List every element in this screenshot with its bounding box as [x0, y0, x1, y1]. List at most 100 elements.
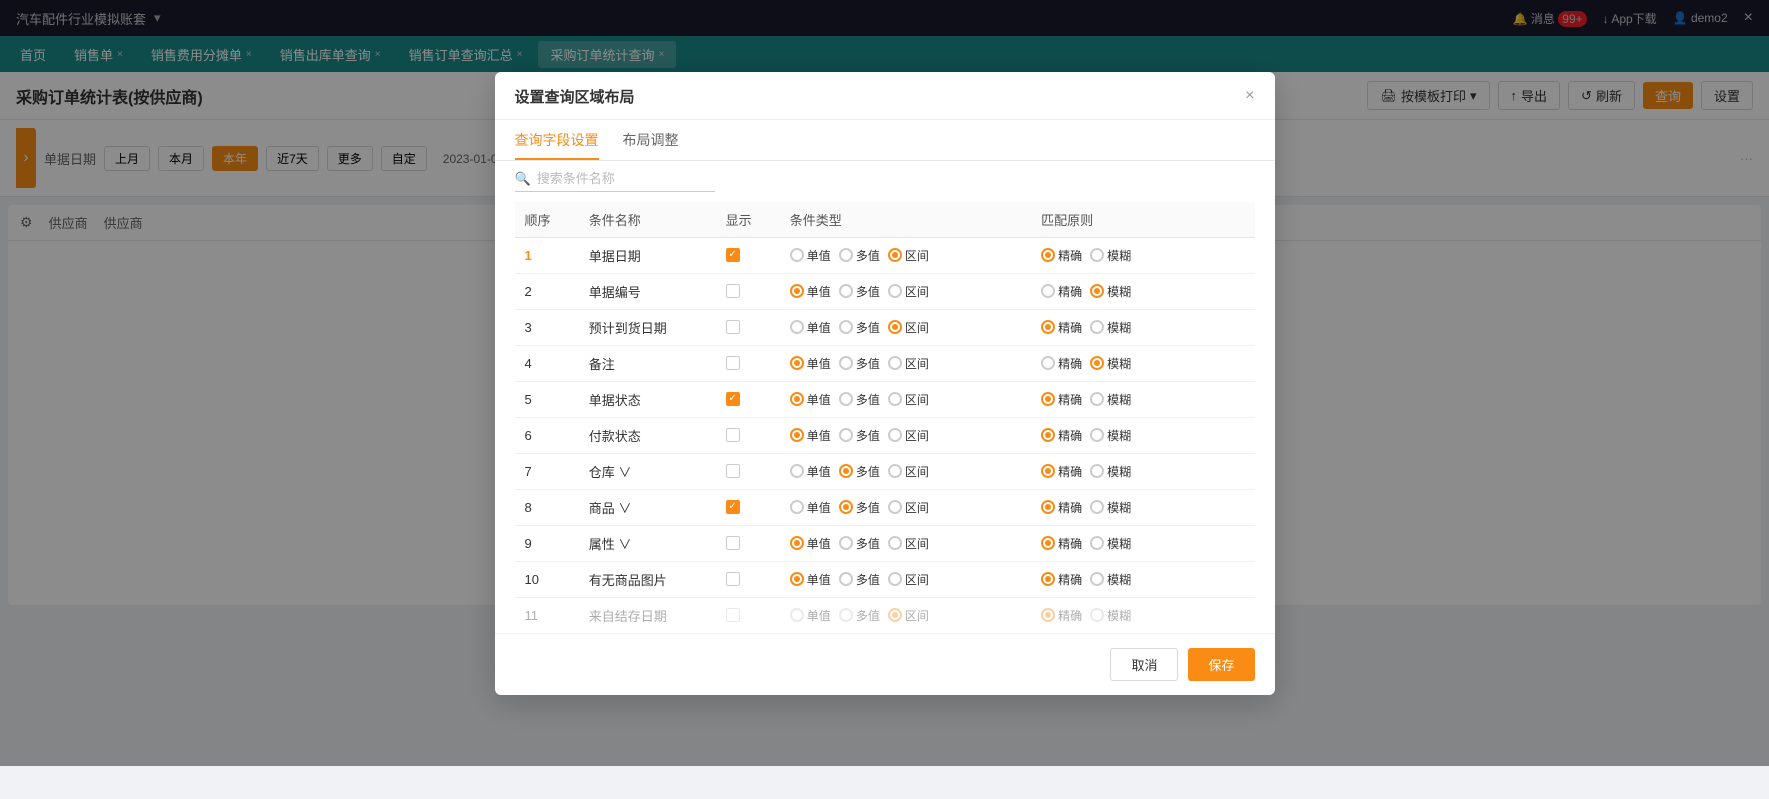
cell-type: 单值多值区间: [780, 417, 1031, 453]
display-checkbox[interactable]: [726, 392, 740, 406]
type-radio-item[interactable]: 单值: [790, 571, 831, 588]
match-radio-item[interactable]: 精确: [1041, 499, 1082, 516]
radio-label: 单值: [807, 355, 831, 372]
match-radio-item[interactable]: 精确: [1041, 535, 1082, 552]
cell-type: 单值多值区间: [780, 561, 1031, 597]
type-radio-item[interactable]: 区间: [888, 319, 929, 336]
cell-display: [716, 489, 780, 525]
match-radio-item[interactable]: 精确: [1041, 319, 1082, 336]
match-radio-item[interactable]: 模糊: [1090, 355, 1131, 372]
radio-label: 单值: [807, 247, 831, 264]
radio-circle-icon: [839, 284, 853, 298]
type-radio-item[interactable]: 区间: [888, 247, 929, 264]
radio-circle-icon: [888, 536, 902, 550]
type-radio-item[interactable]: 多值: [839, 391, 880, 408]
radio-circle-icon: [790, 356, 804, 370]
type-radio-item[interactable]: 单值: [790, 391, 831, 408]
match-radio-item[interactable]: 精确: [1041, 571, 1082, 588]
type-radio-item[interactable]: 多值: [839, 427, 880, 444]
match-radio-item[interactable]: 精确: [1041, 463, 1082, 480]
radio-circle-icon: [888, 320, 902, 334]
type-radio-item[interactable]: 区间: [888, 355, 929, 372]
table-row: 8商品 ∨单值多值区间精确模糊: [515, 489, 1255, 525]
search-input[interactable]: [537, 171, 715, 186]
display-checkbox[interactable]: [726, 320, 740, 334]
type-radio-group: 单值多值区间: [790, 427, 1021, 444]
type-radio-group: 单值多值区间: [790, 463, 1021, 480]
type-radio-item[interactable]: 多值: [839, 607, 880, 624]
type-radio-item[interactable]: 区间: [888, 391, 929, 408]
display-checkbox[interactable]: [726, 572, 740, 586]
type-radio-item[interactable]: 区间: [888, 571, 929, 588]
radio-label: 精确: [1058, 319, 1082, 336]
cell-order: 11: [515, 597, 579, 633]
match-radio-item[interactable]: 模糊: [1090, 247, 1131, 264]
match-radio-item[interactable]: 模糊: [1090, 427, 1131, 444]
th-display: 显示: [716, 202, 780, 238]
match-radio-item[interactable]: 精确: [1041, 355, 1082, 372]
save-btn[interactable]: 保存: [1188, 648, 1254, 681]
type-radio-item[interactable]: 区间: [888, 463, 929, 480]
display-checkbox[interactable]: [726, 284, 740, 298]
radio-circle-icon: [790, 248, 804, 262]
match-radio-item[interactable]: 精确: [1041, 283, 1082, 300]
radio-circle-icon: [888, 284, 902, 298]
modal-tab-layout[interactable]: 布局调整: [623, 120, 679, 160]
type-radio-item[interactable]: 区间: [888, 499, 929, 516]
match-radio-item[interactable]: 精确: [1041, 247, 1082, 264]
type-radio-item[interactable]: 多值: [839, 283, 880, 300]
type-radio-item[interactable]: 多值: [839, 535, 880, 552]
type-radio-item[interactable]: 单值: [790, 535, 831, 552]
radio-label: 单值: [807, 499, 831, 516]
type-radio-item[interactable]: 单值: [790, 427, 831, 444]
cell-match: 精确模糊: [1031, 345, 1254, 381]
type-radio-item[interactable]: 多值: [839, 463, 880, 480]
type-radio-item[interactable]: 单值: [790, 355, 831, 372]
radio-label: 单值: [807, 535, 831, 552]
modal-close-btn[interactable]: ×: [1245, 87, 1254, 105]
cell-match: 精确 模糊: [1031, 453, 1254, 489]
radio-label: 单值: [807, 391, 831, 408]
type-radio-item[interactable]: 区间: [888, 427, 929, 444]
type-radio-item[interactable]: 多值: [839, 499, 880, 516]
cancel-btn[interactable]: 取消: [1110, 648, 1178, 681]
match-radio-item[interactable]: 模糊: [1090, 607, 1131, 624]
match-radio-item[interactable]: 精确: [1041, 427, 1082, 444]
display-checkbox[interactable]: [726, 500, 740, 514]
match-radio-item[interactable]: 模糊: [1090, 391, 1131, 408]
display-checkbox[interactable]: [726, 536, 740, 550]
type-radio-item[interactable]: 区间: [888, 283, 929, 300]
match-radio-item[interactable]: 模糊: [1090, 571, 1131, 588]
display-checkbox[interactable]: [726, 356, 740, 370]
type-radio-item[interactable]: 单值: [790, 607, 831, 624]
type-radio-item[interactable]: 区间: [888, 607, 929, 624]
type-radio-item[interactable]: 多值: [839, 355, 880, 372]
match-radio-item[interactable]: 模糊: [1090, 283, 1131, 300]
match-radio-item[interactable]: 模糊: [1090, 319, 1131, 336]
type-radio-item[interactable]: 单值: [790, 463, 831, 480]
radio-label: 模糊: [1107, 463, 1131, 480]
display-checkbox[interactable]: [726, 608, 740, 622]
type-radio-item[interactable]: 单值: [790, 319, 831, 336]
match-radio-item[interactable]: 精确: [1041, 607, 1082, 624]
radio-circle-icon: [1041, 320, 1055, 334]
table-row: 6付款状态单值多值区间精确模糊: [515, 417, 1255, 453]
display-checkbox[interactable]: [726, 248, 740, 262]
match-radio-item[interactable]: 精确: [1041, 391, 1082, 408]
type-radio-item[interactable]: 多值: [839, 247, 880, 264]
match-radio-item[interactable]: 模糊: [1090, 499, 1131, 516]
type-radio-item[interactable]: 多值: [839, 571, 880, 588]
modal-tabs: 查询字段设置 布局调整: [495, 120, 1275, 161]
display-checkbox[interactable]: [726, 428, 740, 442]
match-radio-item[interactable]: 模糊: [1090, 535, 1131, 552]
table-row: 4备注单值多值区间精确模糊: [515, 345, 1255, 381]
modal-tab-query-fields[interactable]: 查询字段设置: [515, 120, 599, 160]
display-checkbox[interactable]: [726, 464, 740, 478]
type-radio-item[interactable]: 单值: [790, 499, 831, 516]
type-radio-item[interactable]: 多值: [839, 319, 880, 336]
type-radio-item[interactable]: 区间: [888, 535, 929, 552]
type-radio-item[interactable]: 单值: [790, 247, 831, 264]
match-radio-item[interactable]: 模糊: [1090, 463, 1131, 480]
cell-name: 商品 ∨: [579, 489, 716, 525]
type-radio-item[interactable]: 单值: [790, 283, 831, 300]
